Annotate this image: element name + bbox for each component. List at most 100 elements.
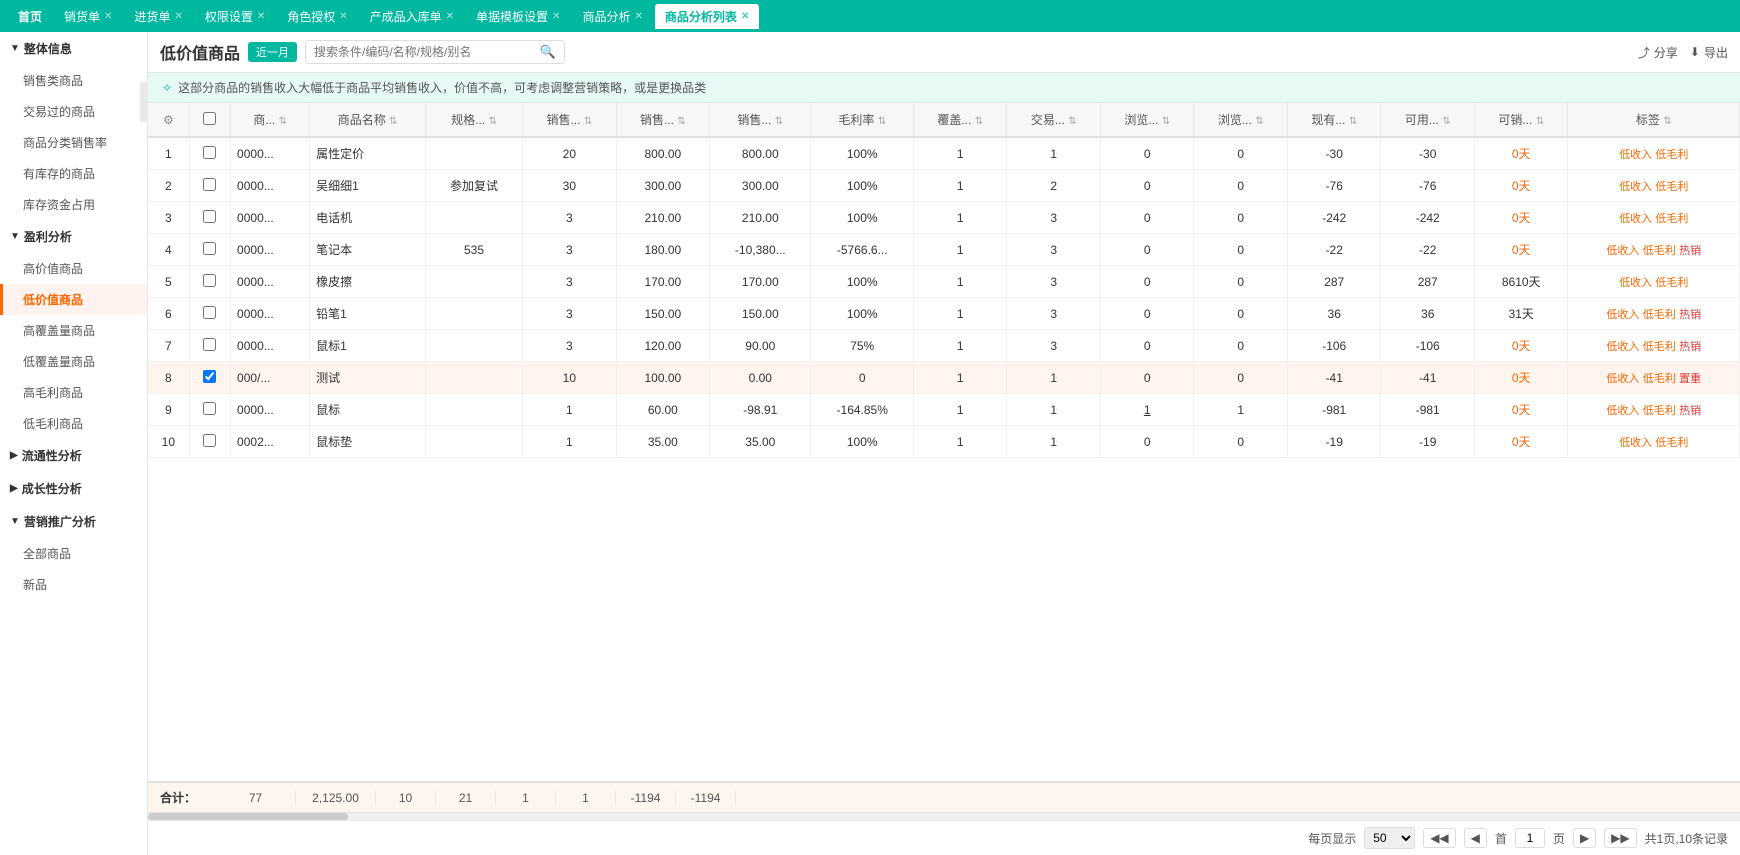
page-size-select[interactable]: 50 100 200 bbox=[1364, 827, 1415, 849]
th-saleable: 可销... ⇅ bbox=[1474, 103, 1568, 137]
nav-role-auth[interactable]: 角色授权 ✕ bbox=[277, 4, 357, 29]
row-browse1[interactable]: 1 bbox=[1100, 394, 1194, 426]
th-checkbox[interactable] bbox=[189, 103, 230, 137]
row-select-checkbox[interactable] bbox=[203, 274, 216, 287]
row-checkbox[interactable] bbox=[189, 266, 230, 298]
sidebar-item-high-coverage[interactable]: 高覆盖量商品 bbox=[0, 315, 147, 346]
sidebar-item-new-goods[interactable]: 新品 bbox=[0, 569, 147, 600]
row-checkbox[interactable] bbox=[189, 394, 230, 426]
sidebar-item-category-sales-rate[interactable]: 商品分类销售率 bbox=[0, 127, 147, 158]
footer-available: -1194 bbox=[676, 791, 736, 805]
row-browse1: 0 bbox=[1100, 362, 1194, 394]
row-checkbox[interactable] bbox=[189, 137, 230, 170]
sidebar-item-sales-goods[interactable]: 销售类商品 bbox=[0, 65, 147, 96]
last-page-button[interactable]: ▶▶ bbox=[1604, 828, 1636, 848]
row-name: 鼠标垫 bbox=[310, 426, 426, 458]
row-select-checkbox[interactable] bbox=[203, 434, 216, 447]
table-row: 9 0000... 鼠标 1 60.00 -98.91 -164.85% 1 1… bbox=[148, 394, 1740, 426]
search-input[interactable] bbox=[314, 45, 536, 59]
row-saleable: 0天 bbox=[1474, 394, 1568, 426]
close-icon[interactable]: ✕ bbox=[257, 11, 265, 22]
row-select-checkbox[interactable] bbox=[203, 402, 216, 415]
next-page-button[interactable]: ▶ bbox=[1573, 828, 1596, 848]
share-button[interactable]: ⤴ 分享 bbox=[1638, 44, 1678, 61]
first-page-button[interactable]: ◀◀ bbox=[1423, 828, 1455, 848]
row-trade: 1 bbox=[1007, 137, 1101, 170]
notice-bar: ✧ 这部分商品的销售收入大幅低于商品平均销售收入，价值不高，可考虑调整营销策略，… bbox=[148, 73, 1740, 103]
row-select-checkbox[interactable] bbox=[203, 242, 216, 255]
close-icon[interactable]: ✕ bbox=[634, 11, 642, 22]
select-all-checkbox[interactable] bbox=[203, 112, 216, 125]
row-select-checkbox[interactable] bbox=[203, 178, 216, 191]
row-checkbox[interactable] bbox=[189, 202, 230, 234]
row-select-checkbox[interactable] bbox=[203, 338, 216, 351]
footer-trade: 21 bbox=[436, 791, 496, 805]
row-gross-rate: 100% bbox=[811, 137, 913, 170]
export-button[interactable]: ⬇ 导出 bbox=[1690, 44, 1728, 61]
nav-template-settings[interactable]: 单据模板设置 ✕ bbox=[466, 4, 570, 29]
th-settings[interactable]: ⚙ bbox=[148, 103, 189, 137]
nav-home[interactable]: 首页 bbox=[8, 4, 52, 29]
prev-page-button[interactable]: ◀ bbox=[1464, 828, 1487, 848]
nav-product-analysis[interactable]: 商品分析 ✕ bbox=[572, 4, 652, 29]
row-spec bbox=[425, 426, 522, 458]
gear-icon[interactable]: ⚙ bbox=[163, 113, 174, 127]
row-checkbox[interactable] bbox=[189, 426, 230, 458]
close-icon[interactable]: ✕ bbox=[552, 11, 560, 22]
row-checkbox[interactable] bbox=[189, 234, 230, 266]
nav-purchase-order[interactable]: 进货单 ✕ bbox=[124, 4, 192, 29]
nav-sales-order[interactable]: 销货单 ✕ bbox=[54, 4, 122, 29]
close-icon[interactable]: ✕ bbox=[446, 11, 454, 22]
row-sales-amt: 100.00 bbox=[616, 362, 710, 394]
row-spec bbox=[425, 298, 522, 330]
row-browse1: 0 bbox=[1100, 202, 1194, 234]
row-select-checkbox[interactable] bbox=[203, 210, 216, 223]
row-browse2: 0 bbox=[1194, 362, 1288, 394]
export-icon: ⬇ bbox=[1690, 45, 1700, 59]
sidebar-item-high-value[interactable]: 高价值商品 bbox=[0, 253, 147, 284]
row-tags: 低收入 低毛利 置重 bbox=[1568, 362, 1740, 394]
sidebar-group-profit[interactable]: ▼ 盈利分析 bbox=[0, 220, 147, 253]
sidebar-item-all-goods[interactable]: 全部商品 bbox=[0, 538, 147, 569]
close-icon[interactable]: ✕ bbox=[741, 11, 749, 22]
page-number-input[interactable] bbox=[1515, 828, 1545, 848]
horizontal-scrollbar[interactable] bbox=[148, 812, 1740, 820]
share-icon: ⤴ bbox=[1638, 44, 1650, 61]
row-checkbox[interactable] bbox=[189, 362, 230, 394]
row-checkbox[interactable] bbox=[189, 170, 230, 202]
filter-badge[interactable]: 近一月 bbox=[248, 42, 297, 62]
total-info: 共1页,10条记录 bbox=[1645, 830, 1728, 847]
row-select-checkbox[interactable] bbox=[203, 370, 216, 383]
close-icon[interactable]: ✕ bbox=[174, 11, 182, 22]
sidebar-group-marketing[interactable]: ▼ 营销推广分析 bbox=[0, 505, 147, 538]
sidebar-group-circulation[interactable]: ▶ 流通性分析 bbox=[0, 439, 147, 472]
search-icon[interactable]: 🔍 bbox=[540, 44, 556, 60]
sidebar-collapse-button[interactable]: 《 bbox=[140, 82, 148, 122]
row-current: -76 bbox=[1287, 170, 1381, 202]
nav-permission[interactable]: 权限设置 ✕ bbox=[195, 4, 275, 29]
close-icon[interactable]: ✕ bbox=[339, 11, 347, 22]
sidebar-item-traded-goods[interactable]: 交易过的商品 bbox=[0, 96, 147, 127]
nav-product-entry[interactable]: 产成品入库单 ✕ bbox=[360, 4, 464, 29]
sidebar-item-low-margin[interactable]: 低毛利商品 bbox=[0, 408, 147, 439]
sidebar-group-overview[interactable]: ▼ 整体信息 bbox=[0, 32, 147, 65]
table-header: ⚙ 商... ⇅ 商品名称 ⇅ 规格... ⇅ 销售... ⇅ 销售... ⇅ … bbox=[148, 103, 1740, 137]
row-select-checkbox[interactable] bbox=[203, 306, 216, 319]
row-code: 000/... bbox=[231, 362, 310, 394]
row-trade: 3 bbox=[1007, 266, 1101, 298]
sidebar-group-growth[interactable]: ▶ 成长性分析 bbox=[0, 472, 147, 505]
close-icon[interactable]: ✕ bbox=[104, 11, 112, 22]
row-select-checkbox[interactable] bbox=[203, 146, 216, 159]
th-spec: 规格... ⇅ bbox=[425, 103, 522, 137]
sidebar-item-low-value[interactable]: 低价值商品 bbox=[0, 284, 147, 315]
sidebar-item-inventory-fund[interactable]: 库存资金占用 bbox=[0, 189, 147, 220]
th-trade: 交易... ⇅ bbox=[1007, 103, 1101, 137]
row-saleable: 0天 bbox=[1474, 202, 1568, 234]
row-checkbox[interactable] bbox=[189, 298, 230, 330]
nav-product-analysis-list[interactable]: 商品分析列表 ✕ bbox=[655, 4, 759, 29]
sidebar-item-high-margin[interactable]: 高毛利商品 bbox=[0, 377, 147, 408]
sidebar-item-stocked-goods[interactable]: 有库存的商品 bbox=[0, 158, 147, 189]
row-checkbox[interactable] bbox=[189, 330, 230, 362]
sidebar-item-low-coverage[interactable]: 低覆盖量商品 bbox=[0, 346, 147, 377]
table-wrapper: ⚙ 商... ⇅ 商品名称 ⇅ 规格... ⇅ 销售... ⇅ 销售... ⇅ … bbox=[148, 103, 1740, 781]
